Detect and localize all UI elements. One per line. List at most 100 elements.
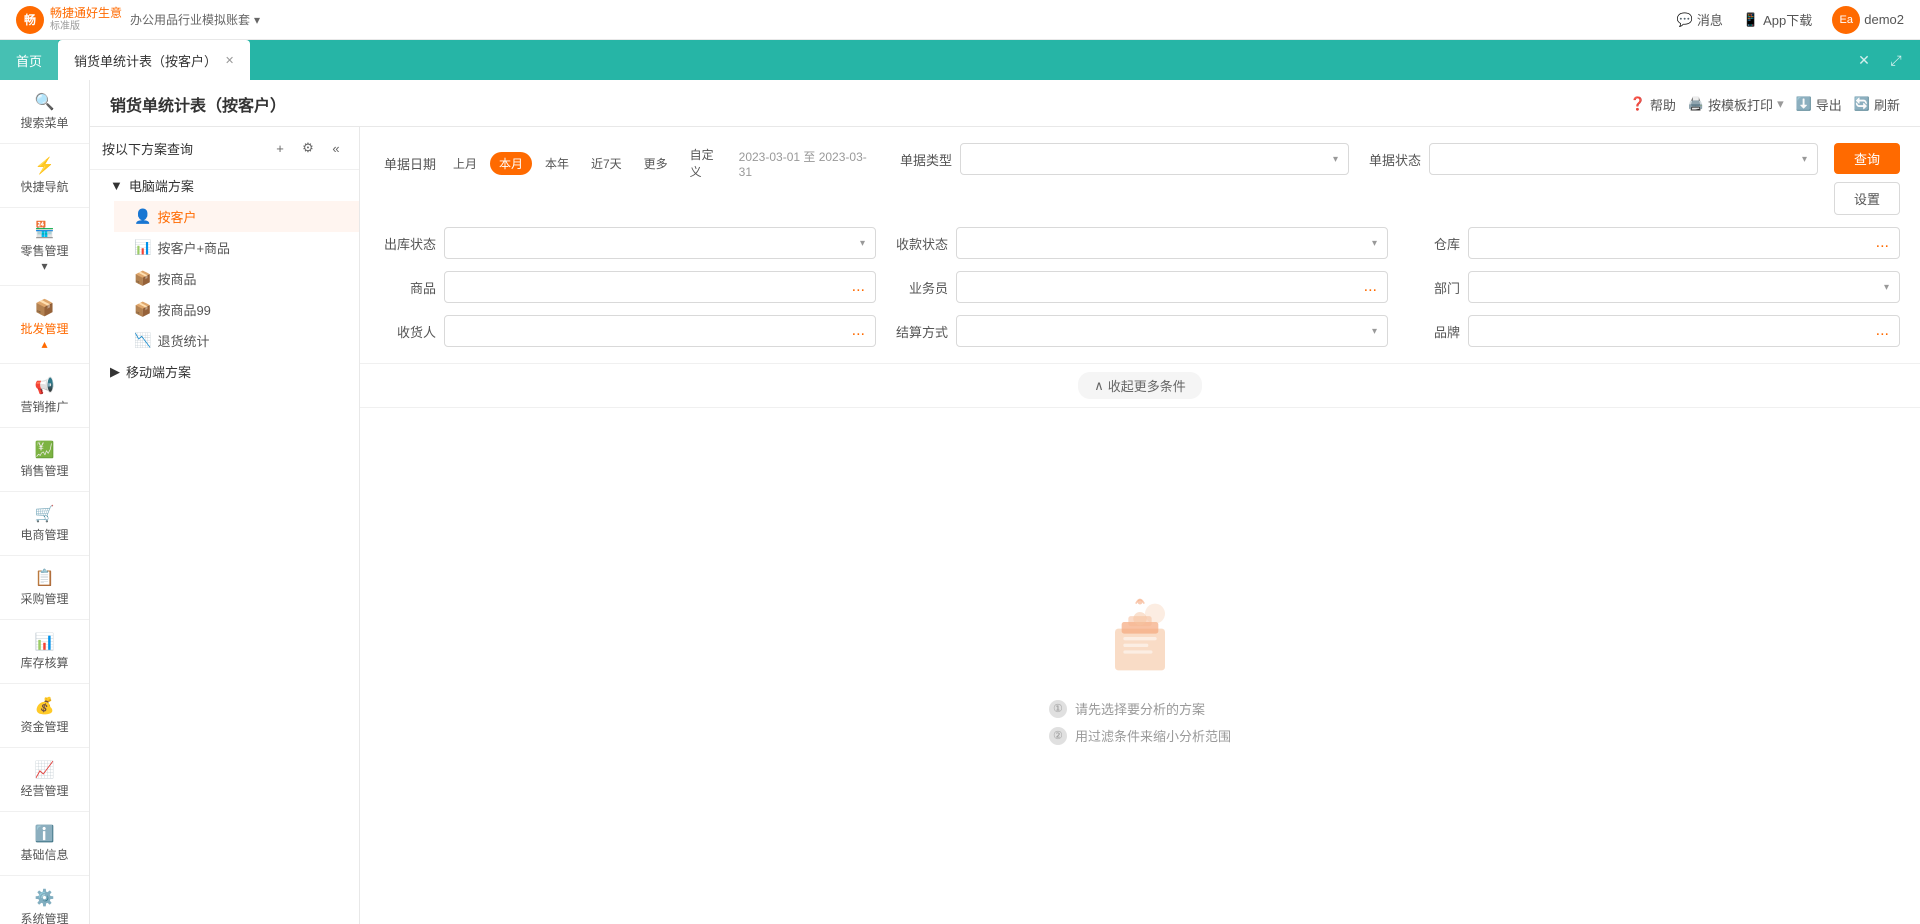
sidebar-item-system[interactable]: ⚙️ 系统管理 [0,876,89,924]
refresh-button[interactable]: 🔄 刷新 [1854,95,1900,114]
tree-item-by-customer-goods[interactable]: 📊 按客户+商品 [114,232,359,263]
sidebar-item-marketing[interactable]: 📢 营销推广 [0,364,89,428]
top-bar-left: 畅 畅捷通好生意 标准版 办公用品行业模拟账套 ▾ [16,6,260,34]
filter-area: 单据日期 上月 本月 本年 近7天 更多 自定义 2023-03-01 至 20… [360,127,1920,364]
query-button[interactable]: 查询 [1834,143,1900,174]
avatar: Ea [1832,6,1860,34]
tab-bar-actions: ✕ ⤢ [1852,48,1920,72]
filter-date: 单据日期 上月 本月 本年 近7天 更多 自定义 2023-03-01 至 20… [380,143,880,183]
date-btn-this-year[interactable]: 本年 [536,152,578,175]
tree-item-return-stats[interactable]: 📉 退货统计 [114,325,359,356]
tree-item-by-customer[interactable]: 👤 按客户 [114,201,359,232]
tree-item-by-goods-99[interactable]: 📦 按商品99 [114,294,359,325]
brand-dots[interactable]: ... [1876,322,1889,340]
empty-state: ① 请先选择要分析的方案 ② 用过滤条件来缩小分析范围 [360,408,1920,924]
out-status-select[interactable]: ▾ [444,227,876,259]
split-view: 按以下方案查询 + ⚙ « [90,127,1920,924]
empty-hint-1: ① 请先选择要分析的方案 [1049,699,1231,718]
date-btn-this-month[interactable]: 本月 [490,152,532,175]
department-label: 部门 [1404,278,1460,297]
consignee-dots[interactable]: ... [852,322,865,340]
tree-item-by-goods[interactable]: 📦 按商品 [114,263,359,294]
tab-close-icon[interactable]: ✕ [225,54,234,67]
sidebar-item-basic-info[interactable]: ℹ️ 基础信息 [0,812,89,876]
message-icon: 💬 [1677,12,1693,28]
sidebar: 🔍 搜索菜单 ⚡ 快捷导航 🏪 零售管理 ▾ 📦 批发管理 ▴ 📢 营销推广 [0,80,90,924]
sales-icon: 💹 [8,440,81,460]
sidebar-item-inventory[interactable]: 📊 库存核算 [0,620,89,684]
tab-expand-button[interactable]: ⤢ [1884,48,1908,72]
goods-label: 商品 [380,278,436,297]
sidebar-item-finance[interactable]: 💰 资金管理 [0,684,89,748]
out-status-arrow: ▾ [860,238,865,249]
sidebar-item-purchase[interactable]: 📋 采购管理 [0,556,89,620]
refresh-icon: 🔄 [1854,96,1870,112]
doc-status-label: 单据状态 [1365,150,1421,169]
salesperson-dots[interactable]: ... [1364,278,1377,296]
department-arrow: ▾ [1884,282,1889,293]
breadcrumb-dropdown[interactable]: 办公用品行业模拟账套 ▾ [130,11,260,28]
collapse-button[interactable]: ∧ 收起更多条件 [1078,372,1202,399]
user-profile[interactable]: Ea demo2 [1832,6,1904,34]
export-button[interactable]: ⬇️ 导出 [1796,95,1842,114]
doc-status-select[interactable]: ▾ [1429,143,1818,175]
settings-button[interactable]: 设置 [1834,182,1900,215]
doc-type-label: 单据类型 [896,150,952,169]
sidebar-item-business[interactable]: 📈 经营管理 [0,748,89,812]
purchase-icon: 📋 [8,568,81,588]
scheme-settings-button[interactable]: ⚙ [297,137,319,159]
tree-parent-pc[interactable]: ▼ 电脑端方案 [98,170,359,201]
customer-icon: 👤 [134,208,151,225]
filter-pay-status: 收款状态 ▾ [892,227,1388,259]
download-icon: 📱 [1743,12,1759,28]
marketing-icon: 📢 [8,376,81,396]
sidebar-item-wholesale-mgmt[interactable]: 📦 批发管理 ▴ [0,286,89,364]
goods-icon: 📦 [134,270,151,287]
out-status-label: 出库状态 [380,234,436,253]
warehouse-select[interactable]: ... [1468,227,1900,259]
doc-type-select[interactable]: ▾ [960,143,1349,175]
brand-select[interactable]: ... [1468,315,1900,347]
goods-select[interactable]: ... [444,271,876,303]
date-btn-last-7[interactable]: 近7天 [582,152,631,175]
filter-warehouse: 仓库 ... [1404,227,1900,259]
salesperson-select[interactable]: ... [956,271,1388,303]
date-btn-more[interactable]: 更多 [635,152,677,175]
department-select[interactable]: ▾ [1468,271,1900,303]
sidebar-item-sales-mgmt[interactable]: 💹 销售管理 [0,428,89,492]
customer-goods-icon: 📊 [134,239,151,256]
system-icon: ⚙️ [8,888,81,908]
tree-group-mobile: ▶ 移动端方案 [90,356,359,387]
help-button[interactable]: ❓ 帮助 [1630,95,1676,114]
warehouse-dots[interactable]: ... [1876,234,1889,252]
consignee-select[interactable]: ... [444,315,876,347]
app-download-button[interactable]: 📱 App下载 [1743,10,1812,29]
payment-method-select[interactable]: ▾ [956,315,1388,347]
brand-label: 品牌 [1404,322,1460,341]
tree-parent-mobile[interactable]: ▶ 移动端方案 [98,356,359,387]
filter-brand: 品牌 ... [1404,315,1900,347]
pay-status-select[interactable]: ▾ [956,227,1388,259]
filter-out-status: 出库状态 ▾ [380,227,876,259]
filter-row-3: 商品 ... 业务员 ... [380,271,1900,303]
tab-close-all-button[interactable]: ✕ [1852,48,1876,72]
collapse-panel-button[interactable]: « [325,137,347,159]
date-btn-last-month[interactable]: 上月 [444,152,486,175]
goods-dots[interactable]: ... [852,278,865,296]
sidebar-item-ecommerce[interactable]: 🛒 电商管理 [0,492,89,556]
message-button[interactable]: 💬 消息 [1677,10,1723,29]
pay-status-arrow: ▾ [1372,238,1377,249]
export-icon: ⬇️ [1796,96,1812,112]
tab-sales-stats[interactable]: 销货单统计表（按客户） ✕ [58,40,250,80]
content-area: 销货单统计表（按客户） ❓ 帮助 🖨️ 按模板打印 ▾ ⬇️ [90,80,1920,924]
date-range-text: 2023-03-01 至 2023-03-31 [739,148,880,179]
sidebar-item-search-menu[interactable]: 🔍 搜索菜单 [0,80,89,144]
sidebar-item-quick-nav[interactable]: ⚡ 快捷导航 [0,144,89,208]
filter-payment-method: 结算方式 ▾ [892,315,1388,347]
date-btn-custom[interactable]: 自定义 [681,143,735,183]
tab-home[interactable]: 首页 [0,40,58,80]
template-print-button[interactable]: 🖨️ 按模板打印 ▾ [1688,95,1784,114]
add-scheme-button[interactable]: + [269,137,291,159]
sidebar-item-retail-mgmt[interactable]: 🏪 零售管理 ▾ [0,208,89,286]
goods-99-icon: 📦 [134,301,151,318]
